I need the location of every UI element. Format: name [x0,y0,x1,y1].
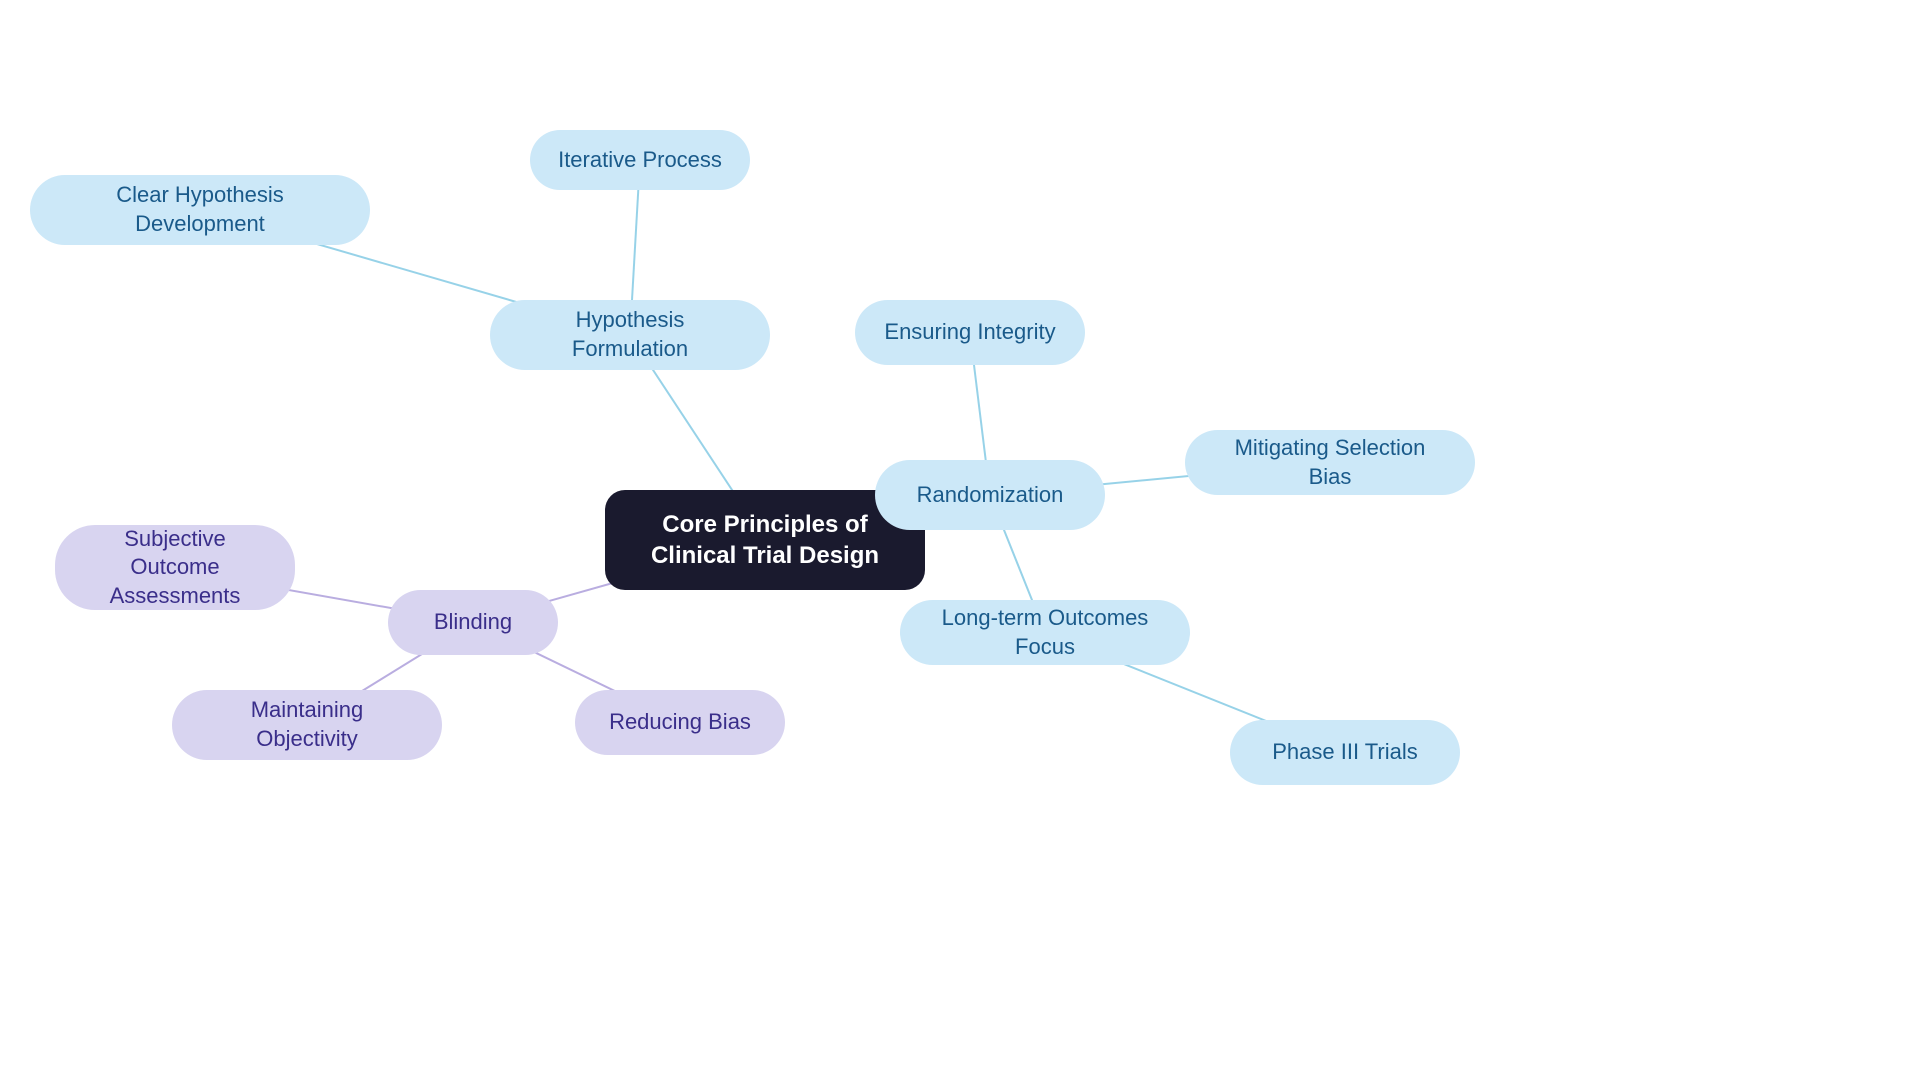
iterative-process-label: Iterative Process [558,146,722,175]
mitigating-selection-bias-node: Mitigating Selection Bias [1185,430,1475,495]
subjective-outcome-label: Subjective Outcome Assessments [83,525,267,611]
maintaining-objectivity-node: Maintaining Objectivity [172,690,442,760]
ensuring-integrity-label: Ensuring Integrity [884,318,1055,347]
reducing-bias-node: Reducing Bias [575,690,785,755]
phase-iii-trials-node: Phase III Trials [1230,720,1460,785]
hypothesis-formulation-label: Hypothesis Formulation [518,306,742,363]
blinding-label: Blinding [434,608,512,637]
subjective-outcome-node: Subjective Outcome Assessments [55,525,295,610]
phase-iii-trials-label: Phase III Trials [1272,738,1418,767]
iterative-process-node: Iterative Process [530,130,750,190]
long-term-outcomes-node: Long-term Outcomes Focus [900,600,1190,665]
clear-hypothesis-label: Clear Hypothesis Development [58,181,342,238]
randomization-node: Randomization [875,460,1105,530]
mitigating-selection-bias-label: Mitigating Selection Bias [1213,434,1447,491]
reducing-bias-label: Reducing Bias [609,708,751,737]
blinding-node: Blinding [388,590,558,655]
long-term-outcomes-label: Long-term Outcomes Focus [928,604,1162,661]
clear-hypothesis-node: Clear Hypothesis Development [30,175,370,245]
maintaining-objectivity-label: Maintaining Objectivity [200,696,414,753]
randomization-label: Randomization [917,481,1064,510]
center-label: Core Principles of Clinical Trial Design [633,509,897,571]
ensuring-integrity-node: Ensuring Integrity [855,300,1085,365]
hypothesis-formulation-node: Hypothesis Formulation [490,300,770,370]
